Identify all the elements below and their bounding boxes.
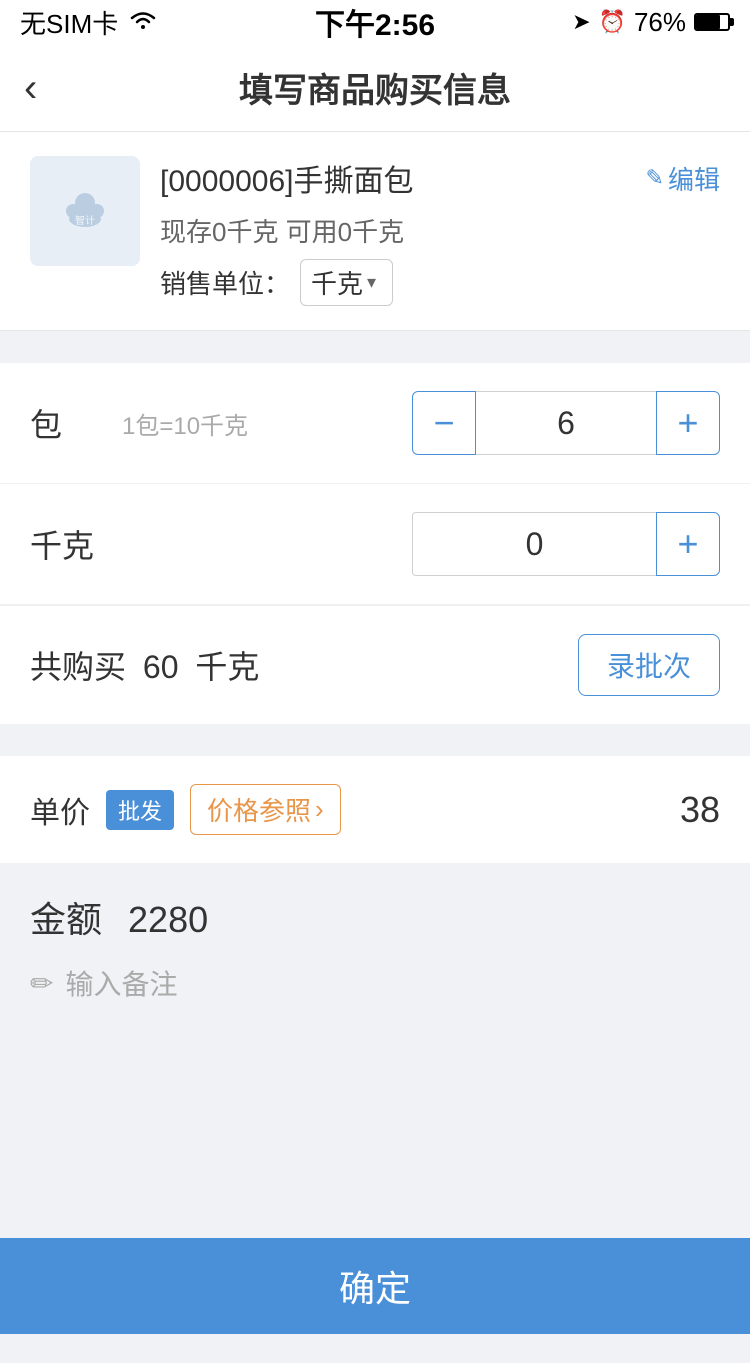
total-row: 共购买 60 千克 录批次 <box>0 605 750 724</box>
svg-text:智计: 智计 <box>75 214 95 227</box>
price-value: 38 <box>680 789 720 831</box>
location-icon: ➤ <box>572 9 590 35</box>
status-right: ➤ ⏰ 76% <box>572 7 730 38</box>
alarm-icon: ⏰ <box>599 9 626 35</box>
carrier-text: 无SIM卡 <box>20 4 118 41</box>
separator-1 <box>0 347 750 363</box>
record-batch-button[interactable]: 录批次 <box>578 634 720 696</box>
wifi-icon <box>128 7 158 38</box>
bag-qty-control: − + <box>412 391 720 455</box>
kg-row: 千克 + <box>0 484 750 605</box>
bag-label: 包 <box>30 400 110 446</box>
bag-qty-input[interactable] <box>476 391 656 455</box>
product-unit-row: 销售单位： 千克 ▾ <box>160 259 720 306</box>
remark-row[interactable]: ✏ 输入备注 <box>30 963 720 1003</box>
bag-plus-button[interactable]: + <box>656 391 720 455</box>
battery-text: 76% <box>634 7 686 38</box>
page-title: 填写商品购买信息 <box>239 63 511 112</box>
edit-button[interactable]: ✎ 编辑 <box>646 160 720 197</box>
nav-bar: ‹ 填写商品购买信息 <box>0 44 750 132</box>
product-stock: 现存0千克 可用0千克 <box>160 212 720 249</box>
price-badge: 批发 <box>106 790 174 830</box>
unit-dropdown[interactable]: 千克 ▾ <box>300 259 393 306</box>
amount-row: 金额 2280 <box>30 891 720 943</box>
price-label: 单价 <box>30 788 90 832</box>
unit-label: 销售单位： <box>160 264 290 301</box>
separator-2 <box>0 724 750 740</box>
remark-text: 输入备注 <box>65 963 177 1003</box>
amount-section: 金额 2280 ✏ 输入备注 <box>0 863 750 1023</box>
product-card: 智计 [0000006]手撕面包 ✎ 编辑 现存0千克 可用0千克 销售单位： … <box>0 132 750 331</box>
kg-plus-button[interactable]: + <box>656 512 720 576</box>
price-ref-arrow: › <box>315 794 324 825</box>
product-name: [0000006]手撕面包 <box>160 156 413 200</box>
bag-minus-button[interactable]: − <box>412 391 476 455</box>
remark-icon: ✏ <box>30 967 53 1000</box>
product-name-row: [0000006]手撕面包 ✎ 编辑 <box>160 156 720 200</box>
kg-qty-input[interactable] <box>412 512 656 576</box>
product-info: [0000006]手撕面包 ✎ 编辑 现存0千克 可用0千克 销售单位： 千克 … <box>160 156 720 306</box>
bag-hint: 1包=10千克 <box>122 406 412 441</box>
edit-icon: ✎ <box>646 165 664 191</box>
status-bar: 无SIM卡 下午2:56 ➤ ⏰ 76% <box>0 0 750 44</box>
confirm-button[interactable]: 确定 <box>0 1238 750 1334</box>
input-section: 包 1包=10千克 − + 千克 + 共购买 60 千克 录批次 <box>0 363 750 724</box>
status-left: 无SIM卡 <box>20 4 158 41</box>
price-section: 单价 批发 价格参照 › 38 <box>0 756 750 863</box>
bag-row: 包 1包=10千克 − + <box>0 363 750 484</box>
total-text: 共购买 60 千克 <box>30 642 259 688</box>
product-thumbnail: 智计 <box>30 156 140 266</box>
status-time: 下午2:56 <box>315 0 435 44</box>
kg-label: 千克 <box>30 521 110 567</box>
chevron-down-icon: ▾ <box>367 272 376 293</box>
price-ref-button[interactable]: 价格参照 › <box>190 784 341 835</box>
battery-icon <box>694 13 730 31</box>
kg-qty-control: + <box>412 512 720 576</box>
back-button[interactable]: ‹ <box>24 68 37 108</box>
